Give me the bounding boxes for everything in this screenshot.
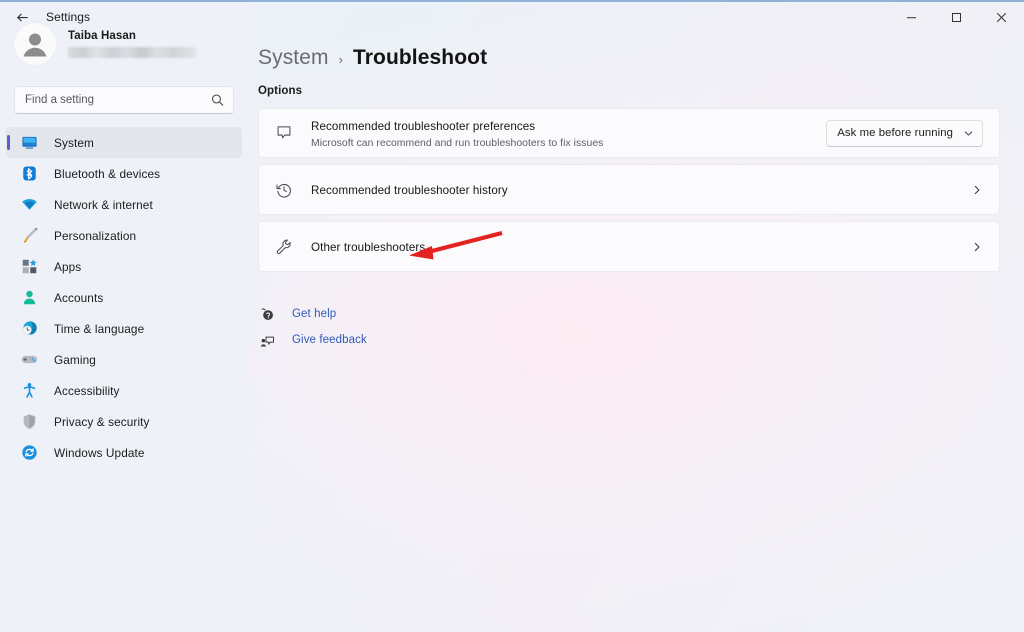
sidebar-item-label: Privacy & security [54, 415, 150, 429]
sidebar-nav: System Bluetooth & devices [0, 127, 248, 468]
monitor-icon [20, 134, 38, 152]
link-label: Get help [292, 308, 336, 320]
options-cards: Recommended troubleshooter preferences M… [248, 97, 1024, 272]
gamepad-icon [20, 351, 38, 369]
accessibility-icon [20, 382, 38, 400]
sidebar-item-label: Apps [54, 260, 81, 274]
window-title: Settings [46, 10, 90, 24]
card-recommended-troubleshooter-preferences[interactable]: Recommended troubleshooter preferences M… [258, 108, 1000, 158]
card-title: Recommended troubleshooter preferences [311, 120, 535, 133]
footer-links: Get help Give feedback [248, 278, 1024, 353]
get-help-icon [258, 307, 276, 322]
sidebar-item-time-language[interactable]: Time & language [6, 313, 242, 344]
card-recommended-troubleshooter-history[interactable]: Recommended troubleshooter history [258, 164, 1000, 215]
sidebar-item-personalization[interactable]: Personalization [6, 220, 242, 251]
main-content: System › Troubleshoot Options Recommende… [248, 4, 1024, 632]
card-other-troubleshooters[interactable]: Other troubleshooters [258, 221, 1000, 272]
link-label: Give feedback [292, 334, 367, 346]
search-icon [211, 94, 224, 107]
shield-icon [20, 413, 38, 431]
card-title: Other troubleshooters [311, 241, 425, 254]
give-feedback-link[interactable]: Give feedback [258, 327, 1024, 353]
page-title: Troubleshoot [353, 46, 487, 70]
sidebar-item-label: Gaming [54, 353, 96, 367]
card-text: Other troubleshooters [311, 238, 961, 256]
sidebar-item-label: Windows Update [54, 446, 145, 460]
paintbrush-icon [20, 227, 38, 245]
section-label-options: Options [248, 70, 1024, 97]
chevron-right-icon [971, 184, 983, 196]
give-feedback-icon [258, 333, 276, 348]
history-clock-icon [273, 181, 295, 199]
chevron-right-icon [971, 241, 983, 253]
sidebar-item-apps[interactable]: Apps [6, 251, 242, 282]
sidebar-item-label: Time & language [54, 322, 144, 336]
speech-bubble-icon [273, 124, 295, 142]
sidebar-item-label: System [54, 136, 94, 150]
profile-text: Taiba Hasan [68, 30, 196, 58]
minimize-icon[interactable] [889, 2, 934, 32]
settings-window: Settings Taiba Hasan [0, 0, 1024, 632]
sidebar-item-gaming[interactable]: Gaming [6, 344, 242, 375]
sidebar-item-network-internet[interactable]: Network & internet [6, 189, 242, 220]
back-arrow-icon[interactable] [6, 2, 38, 32]
sidebar-item-bluetooth-devices[interactable]: Bluetooth & devices [6, 158, 242, 189]
title-bar: Settings [0, 2, 1024, 32]
person-icon [20, 289, 38, 307]
chevron-down-icon [963, 128, 974, 139]
search-wrapper [0, 72, 248, 114]
clock-globe-icon [20, 320, 38, 338]
search-input[interactable] [15, 94, 233, 106]
apps-grid-icon [20, 258, 38, 276]
sidebar-item-label: Personalization [54, 229, 136, 243]
get-help-link[interactable]: Get help [258, 301, 1024, 327]
maximize-icon[interactable] [934, 2, 979, 32]
sidebar-item-windows-update[interactable]: Windows Update [6, 437, 242, 468]
profile-email-redacted [68, 47, 196, 58]
breadcrumb-parent[interactable]: System [258, 46, 329, 70]
card-text: Recommended troubleshooter preferences M… [311, 117, 816, 149]
close-icon[interactable] [979, 2, 1024, 32]
sidebar: Taiba Hasan [0, 4, 248, 632]
sidebar-item-accessibility[interactable]: Accessibility [6, 375, 242, 406]
breadcrumb-separator: › [339, 52, 343, 67]
wifi-icon [20, 196, 38, 214]
search-box[interactable] [14, 86, 234, 114]
recommended-troubleshooter-preferences-dropdown[interactable]: Ask me before running [826, 120, 983, 147]
bluetooth-icon [20, 165, 38, 183]
sidebar-item-privacy-security[interactable]: Privacy & security [6, 406, 242, 437]
card-subtitle: Microsoft can recommend and run troubles… [311, 138, 816, 149]
sidebar-item-label: Bluetooth & devices [54, 167, 160, 181]
card-text: Recommended troubleshooter history [311, 181, 961, 199]
dropdown-selected-value: Ask me before running [837, 127, 953, 139]
card-title: Recommended troubleshooter history [311, 184, 508, 197]
sidebar-item-label: Accessibility [54, 384, 120, 398]
wrench-icon [273, 238, 295, 256]
sidebar-item-label: Accounts [54, 291, 103, 305]
update-refresh-icon [20, 444, 38, 462]
sidebar-item-label: Network & internet [54, 198, 153, 212]
sidebar-item-accounts[interactable]: Accounts [6, 282, 242, 313]
sidebar-item-system[interactable]: System [6, 127, 242, 158]
